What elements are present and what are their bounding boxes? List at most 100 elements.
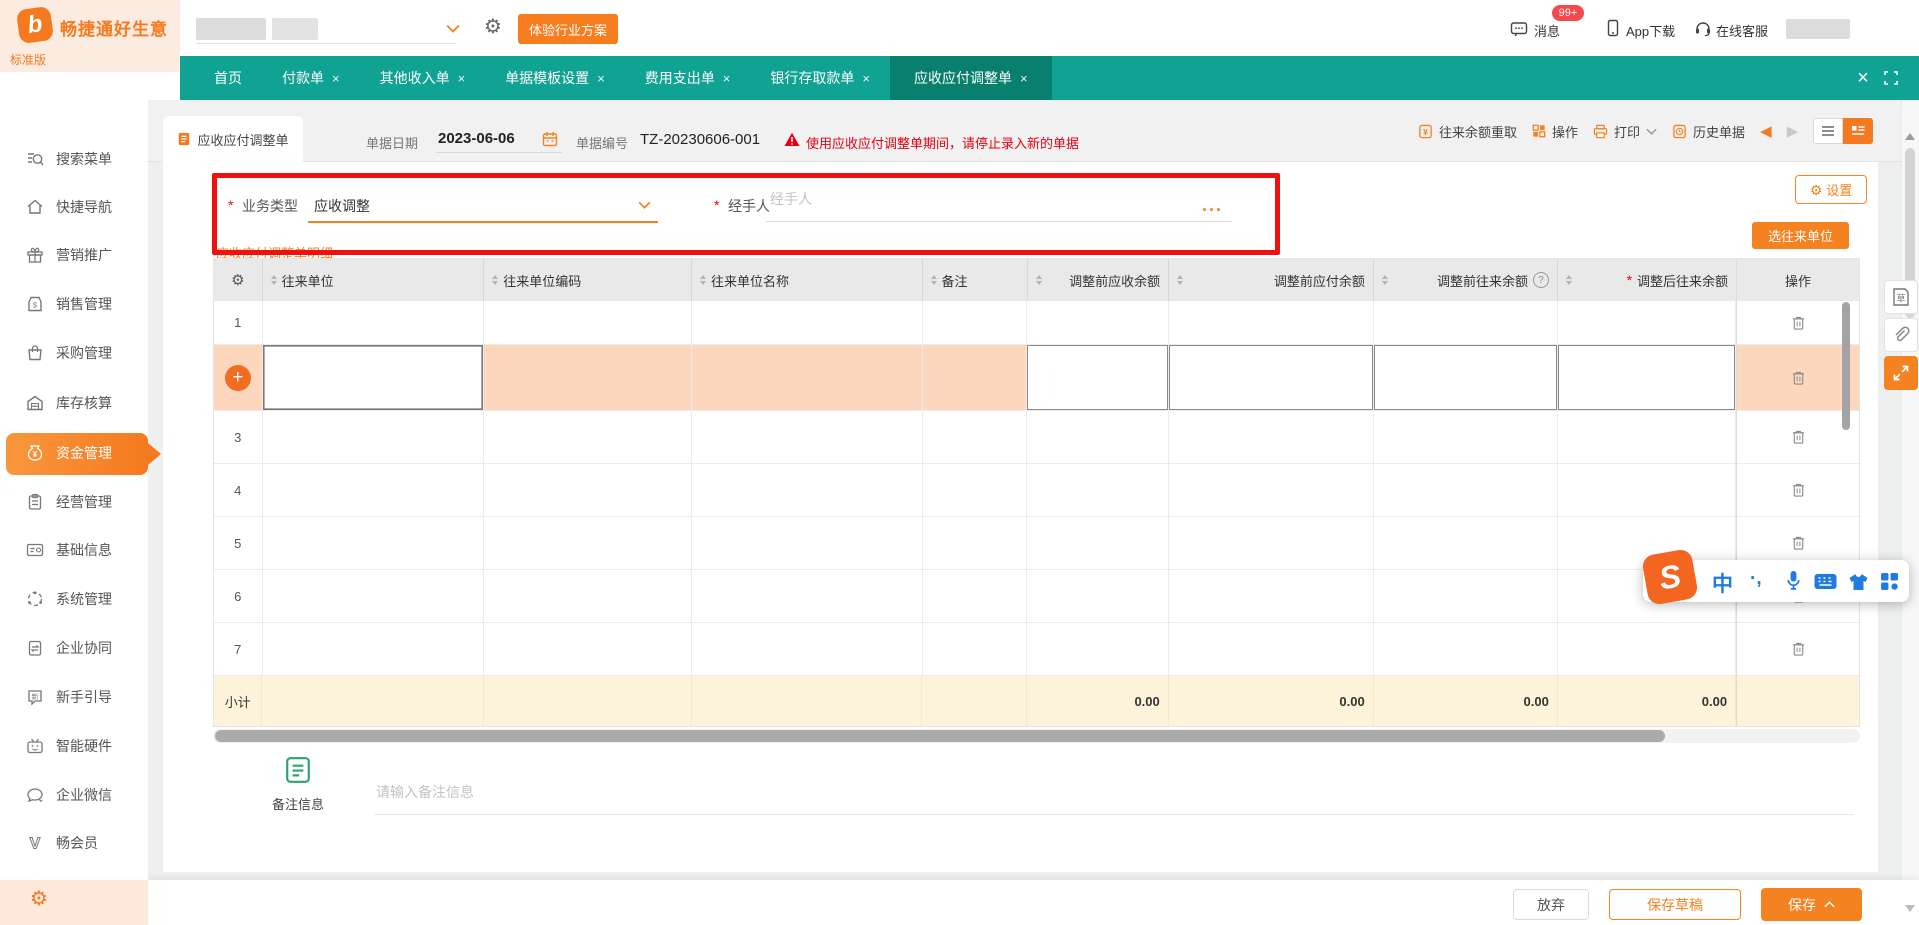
prev-arrow-icon[interactable]: ◀	[1760, 124, 1772, 139]
cell[interactable]	[1027, 517, 1169, 570]
horizontal-scrollbar[interactable]	[215, 730, 1665, 742]
cell[interactable]	[1027, 570, 1169, 623]
date-value[interactable]: 2023-06-06	[438, 130, 515, 147]
table-row[interactable]: 4	[214, 464, 1737, 517]
scroll-up-arrow-icon[interactable]	[1905, 128, 1915, 140]
cell[interactable]	[1027, 345, 1169, 411]
table-vertical-scrollbar[interactable]	[1842, 302, 1850, 430]
sidebar-item-sales[interactable]: 销售管理	[0, 284, 148, 324]
cell[interactable]	[1557, 464, 1737, 517]
cell[interactable]	[692, 411, 923, 464]
tab-home[interactable]: 首页	[194, 56, 262, 100]
ime-punct-toggle[interactable]: ·,	[1750, 568, 1762, 590]
column-header-ap-before[interactable]: 调整前应付余额	[1169, 259, 1374, 301]
sidebar-item-wecom[interactable]: 企业微信	[0, 775, 148, 815]
fullscreen-icon[interactable]	[1884, 71, 1898, 85]
sidebar-item-inventory[interactable]: 库存核算	[0, 383, 148, 423]
table-row[interactable]: 5	[214, 517, 1737, 570]
cell[interactable]	[1557, 301, 1737, 345]
sidebar-item-collaboration[interactable]: 企业协同	[0, 628, 148, 668]
sidebar-item-search-menu[interactable]: 搜索菜单	[0, 139, 148, 179]
cell[interactable]	[1373, 411, 1558, 464]
table-row[interactable]: 3	[214, 411, 1737, 464]
sort-icon[interactable]	[492, 275, 499, 285]
delete-row-button[interactable]	[1737, 411, 1859, 464]
handler-input[interactable]	[770, 191, 1190, 207]
cell[interactable]	[1027, 623, 1169, 676]
cell[interactable]	[1557, 345, 1737, 411]
sort-icon[interactable]	[1381, 275, 1388, 285]
calendar-icon[interactable]	[542, 131, 558, 147]
cell[interactable]	[262, 517, 485, 570]
cell[interactable]	[1557, 411, 1737, 464]
sort-icon[interactable]	[270, 275, 277, 285]
delete-row-button[interactable]	[1737, 623, 1859, 676]
cell[interactable]	[692, 623, 923, 676]
cell[interactable]	[922, 517, 1028, 570]
cell[interactable]	[1373, 517, 1558, 570]
sogou-logo[interactable]: S	[1641, 548, 1699, 606]
gear-icon[interactable]: ⚙	[30, 889, 48, 909]
cell[interactable]	[1169, 411, 1374, 464]
more-icon[interactable]: ...	[1202, 196, 1223, 214]
sidebar-item-base-info[interactable]: 基础信息	[0, 530, 148, 570]
trash-icon[interactable]	[1791, 535, 1806, 551]
remark-input[interactable]	[376, 784, 1276, 800]
cell[interactable]	[1027, 411, 1169, 464]
save-draft-button[interactable]: 保存草稿	[1609, 889, 1741, 920]
support-label[interactable]: 在线客服	[1716, 21, 1768, 40]
cell[interactable]	[1373, 345, 1558, 411]
cell[interactable]	[1373, 301, 1558, 345]
column-header-remark[interactable]: 备注	[923, 259, 1028, 301]
toolbox-grid-icon[interactable]	[1880, 572, 1899, 591]
cell[interactable]	[692, 517, 923, 570]
cell[interactable]	[484, 517, 692, 570]
sidebar-item-operations[interactable]: 经营管理	[0, 482, 148, 522]
messages-label[interactable]: 消息	[1534, 21, 1560, 40]
chevron-down-icon[interactable]	[446, 24, 460, 33]
table-row[interactable]: 7	[214, 623, 1737, 676]
draft-tool-button[interactable]	[1884, 280, 1918, 314]
operations-button[interactable]: 操作	[1532, 122, 1578, 141]
message-icon[interactable]	[1510, 20, 1528, 38]
column-header-partner-name[interactable]: 往来单位名称	[692, 259, 923, 301]
cell[interactable]	[262, 464, 485, 517]
column-header-balance-before[interactable]: 调整前往来余额?	[1374, 259, 1558, 301]
trial-industry-button[interactable]: 体验行业方案	[518, 14, 618, 44]
close-all-icon[interactable]: ×	[1850, 63, 1876, 93]
cell[interactable]	[1373, 464, 1558, 517]
attachment-tool-button[interactable]	[1884, 318, 1918, 352]
cell[interactable]	[692, 570, 923, 623]
trash-icon[interactable]	[1791, 482, 1806, 498]
cell[interactable]	[1169, 464, 1374, 517]
print-button[interactable]: 打印	[1593, 122, 1657, 141]
keyboard-icon[interactable]	[1814, 574, 1837, 589]
table-scroll-area[interactable]: ⚙ 往来单位 往来单位编码 往来单位名称 备注 调整前应收余额 调整前应付余额 …	[214, 259, 1737, 726]
cell[interactable]	[484, 301, 692, 345]
cell[interactable]	[1169, 570, 1374, 623]
cell[interactable]	[692, 345, 923, 411]
cell[interactable]	[922, 301, 1028, 345]
cell[interactable]	[1169, 301, 1374, 345]
cancel-button[interactable]: 放弃	[1513, 889, 1589, 920]
headset-icon[interactable]	[1694, 19, 1712, 37]
cell[interactable]	[484, 623, 692, 676]
history-button[interactable]: 历史单据	[1672, 122, 1745, 141]
table-row[interactable]: 1	[214, 301, 1737, 345]
delete-row-button[interactable]	[1737, 301, 1859, 345]
sort-icon[interactable]	[1035, 275, 1042, 285]
card-view-toggle[interactable]	[1843, 118, 1874, 144]
cell[interactable]	[922, 464, 1028, 517]
tab-bank[interactable]: 银行存取款单 ×	[750, 56, 890, 100]
trash-icon[interactable]	[1791, 429, 1806, 445]
sidebar-item-member[interactable]: 畅会员	[0, 823, 148, 863]
document-tab[interactable]: 应收应付调整单	[163, 116, 303, 162]
sort-icon[interactable]	[1565, 275, 1572, 285]
tab-other-income[interactable]: 其他收入单 ×	[360, 56, 486, 100]
mic-icon[interactable]	[1786, 570, 1801, 591]
close-icon[interactable]: ×	[862, 71, 870, 86]
cell[interactable]	[484, 464, 692, 517]
cell[interactable]	[922, 345, 1028, 411]
sort-icon[interactable]	[1177, 275, 1184, 285]
cell[interactable]	[1373, 570, 1558, 623]
